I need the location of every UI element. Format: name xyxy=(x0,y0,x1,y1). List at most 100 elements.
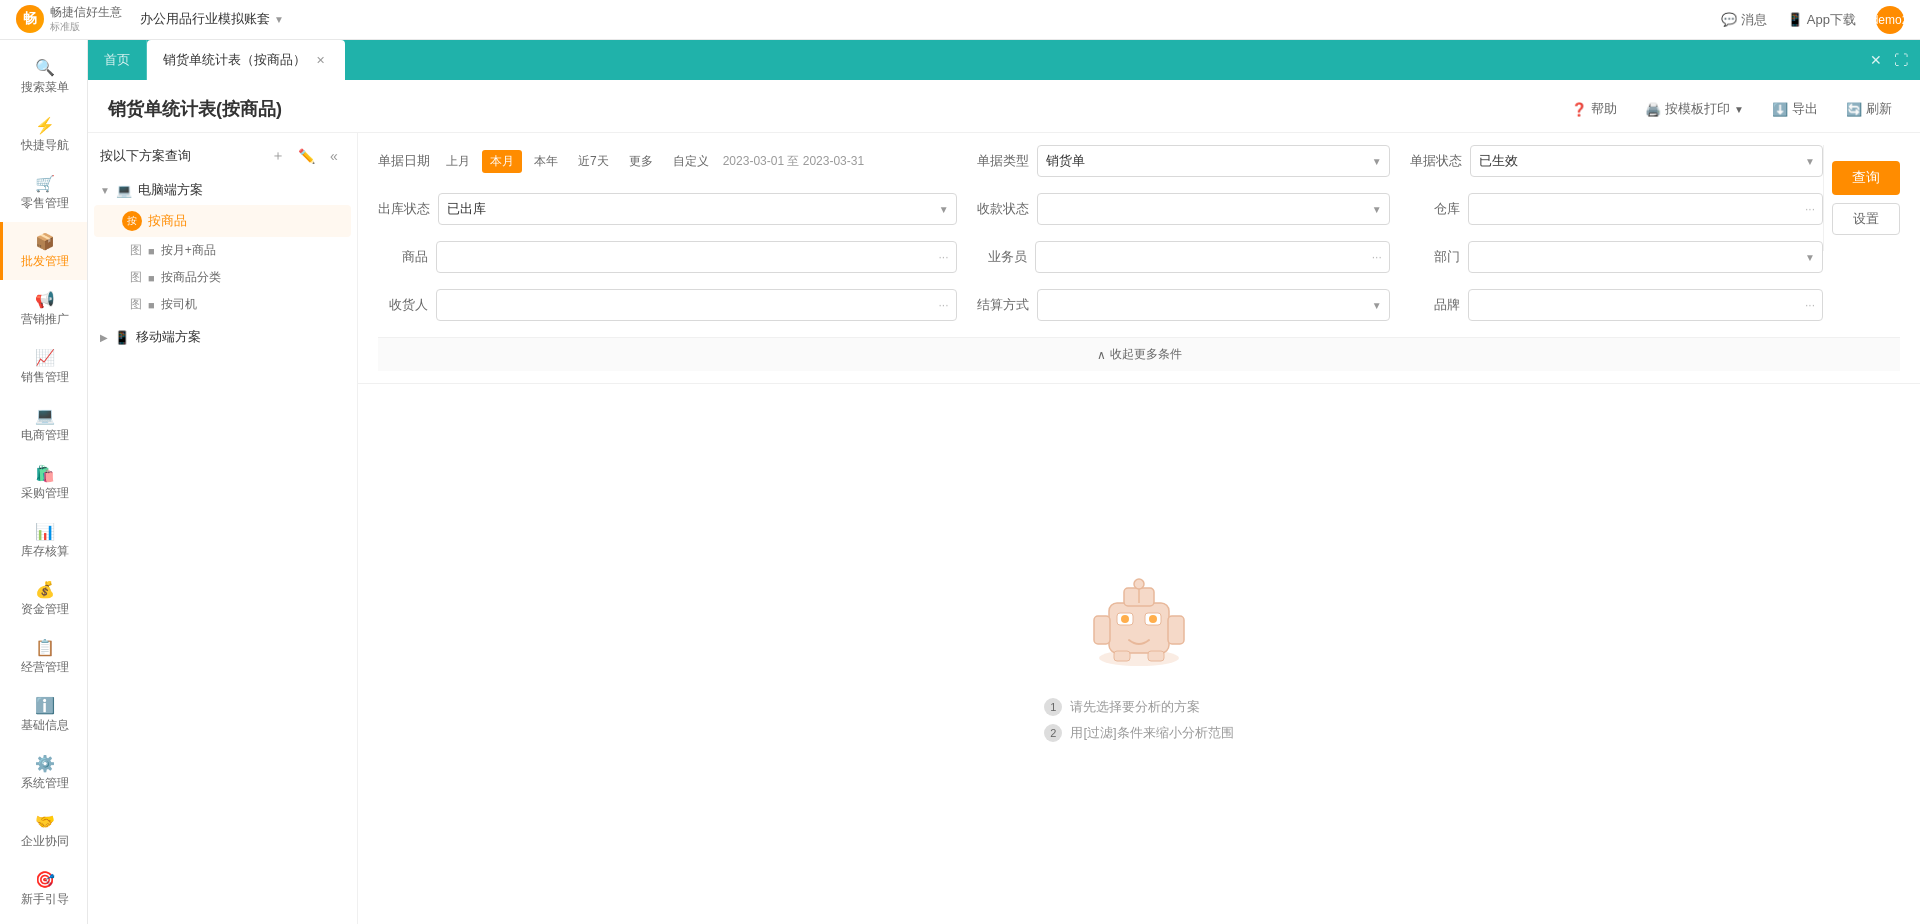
left-panel: 按以下方案查询 ＋ ✏️ « xyxy=(88,133,358,924)
sidebar-item-label: 搜索菜单 xyxy=(7,79,83,96)
filter-cell-department: 部门 ▼ xyxy=(1410,241,1823,273)
user-name: demo2 xyxy=(1872,13,1909,27)
date-shortcut-custom[interactable]: 自定义 xyxy=(665,150,717,173)
top-bar-left: 畅 畅捷信好生意 标准版 办公用品行业模拟账套 ▼ xyxy=(16,5,292,33)
date-shortcut-this-year[interactable]: 本年 xyxy=(526,150,566,173)
help-icon: ❓ xyxy=(1571,102,1587,117)
sidebar-item-basic[interactable]: ℹ️ 基础信息 xyxy=(0,686,87,744)
collapse-panel-button[interactable]: « xyxy=(323,145,345,167)
department-label: 部门 xyxy=(1410,248,1460,266)
sidebar-item-system[interactable]: ⚙️ 系统管理 xyxy=(0,744,87,802)
tab-home[interactable]: 首页 xyxy=(88,40,147,80)
warehouse-label: 仓库 xyxy=(1410,200,1460,218)
sidebar-item-ecommerce[interactable]: 💻 电商管理 xyxy=(0,396,87,454)
query-button[interactable]: 查询 xyxy=(1832,161,1900,195)
goods-select[interactable] xyxy=(436,241,957,273)
sidebar-item-search[interactable]: 🔍 搜索菜单 xyxy=(0,48,87,106)
month-goods-icon: ■ xyxy=(148,245,155,257)
date-shortcut-this-month[interactable]: 本月 xyxy=(482,150,522,173)
receipt-status-select[interactable] xyxy=(1037,193,1390,225)
sidebar-item-purchase[interactable]: 🛍️ 采购管理 xyxy=(0,454,87,512)
sidebar-item-label: 快捷导航 xyxy=(7,137,83,154)
export-button[interactable]: ⬇️ 导出 xyxy=(1764,96,1826,122)
sidebar-item-label: 企业协同 xyxy=(7,833,83,850)
scheme-group-mobile-header[interactable]: ▶ 📱 移动端方案 xyxy=(88,322,357,352)
sidebar-item-operations[interactable]: 📋 经营管理 xyxy=(0,628,87,686)
date-shortcut-last-month[interactable]: 上月 xyxy=(438,150,478,173)
scheme-item-month-goods[interactable]: 图 ■ 按月+商品 xyxy=(94,237,351,264)
message-button[interactable]: 💬 消息 xyxy=(1721,11,1767,29)
sidebar-item-guide[interactable]: 🎯 新手引导 xyxy=(0,860,87,918)
machine-label: 按司机 xyxy=(161,296,197,313)
date-filter-control: 上月 本月 本年 近7天 更多 自定义 2023-03-01 至 20 xyxy=(438,150,957,173)
tip-num-2: 2 xyxy=(1044,724,1062,742)
filter-cell-date: 单据日期 上月 本月 本年 近7天 更多 xyxy=(378,150,957,173)
edit-scheme-button[interactable]: ✏️ xyxy=(295,145,317,167)
doc-type-select[interactable]: 销货单 xyxy=(1037,145,1390,177)
scheme-group-pc-header[interactable]: ▼ 💻 电脑端方案 xyxy=(88,175,357,205)
refresh-button[interactable]: 🔄 刷新 xyxy=(1838,96,1900,122)
quick-nav-icon: ⚡ xyxy=(7,116,83,135)
brand-select[interactable] xyxy=(1468,289,1823,321)
salesman-select[interactable] xyxy=(1035,241,1390,273)
sidebar-item-enterprise[interactable]: 🤝 企业协同 xyxy=(0,802,87,860)
out-status-select[interactable]: 已出库 xyxy=(438,193,957,225)
department-select[interactable] xyxy=(1468,241,1823,273)
export-label: 导出 xyxy=(1792,100,1818,118)
settings-button[interactable]: 设置 xyxy=(1832,203,1900,235)
date-shortcut-more[interactable]: 更多 xyxy=(621,150,661,173)
salesman-label: 业务员 xyxy=(977,248,1027,266)
tab-close-icon[interactable]: ✕ xyxy=(312,52,328,68)
finance-icon: 💰 xyxy=(7,580,83,599)
help-button[interactable]: ❓ 帮助 xyxy=(1563,96,1625,122)
sidebar-item-retail[interactable]: 🛒 零售管理 xyxy=(0,164,87,222)
tab-sales-stat[interactable]: 销货单统计表（按商品） ✕ xyxy=(147,40,345,80)
user-avatar[interactable]: demo2 xyxy=(1876,6,1904,34)
top-bar-right: 💬 消息 📱 App下载 demo2 xyxy=(1721,6,1904,34)
tab-close-window-icon[interactable]: ✕ xyxy=(1866,48,1886,72)
date-shortcut-7days[interactable]: 近7天 xyxy=(570,150,617,173)
brand-label: 品牌 xyxy=(1410,296,1460,314)
sidebar-item-sales-mgmt[interactable]: 📈 销售管理 xyxy=(0,338,87,396)
salesman-dots-icon: ··· xyxy=(1372,250,1382,264)
app-download-label: App下载 xyxy=(1807,11,1856,29)
print-button[interactable]: 🖨️ 按模板打印 ▼ xyxy=(1637,96,1752,122)
warehouse-dots-icon: ··· xyxy=(1805,202,1815,216)
sidebar-item-label: 采购管理 xyxy=(7,485,83,502)
sidebar-item-app-center[interactable]: 📱 应用中心 xyxy=(0,918,87,924)
doc-status-select-wrapper: 已生效 ▼ xyxy=(1470,145,1823,177)
logo-text-block: 畅捷信好生意 标准版 xyxy=(50,5,122,33)
machine-type-icon: 图 xyxy=(130,296,142,313)
tip-num-1: 1 xyxy=(1044,698,1062,716)
left-panel-header: 按以下方案查询 ＋ ✏️ « xyxy=(88,145,357,175)
sidebar-item-inventory[interactable]: 📊 库存核算 xyxy=(0,512,87,570)
out-status-value: 已出库 xyxy=(447,200,486,218)
tip-text-2: 用[过滤]条件来缩小分析范围 xyxy=(1070,724,1233,742)
doc-status-select[interactable]: 已生效 xyxy=(1470,145,1823,177)
sidebar-item-marketing[interactable]: 📢 营销推广 xyxy=(0,280,87,338)
app-download-button[interactable]: 📱 App下载 xyxy=(1787,11,1856,29)
sidebar-item-quick-nav[interactable]: ⚡ 快捷导航 xyxy=(0,106,87,164)
warehouse-select[interactable] xyxy=(1468,193,1823,225)
sidebar-item-label: 系统管理 xyxy=(7,775,83,792)
scheme-item-goods-category[interactable]: 图 ■ 按商品分类 xyxy=(94,264,351,291)
tab-fullscreen-icon[interactable]: ⛶ xyxy=(1890,48,1912,72)
system-icon: ⚙️ xyxy=(7,754,83,773)
add-scheme-button[interactable]: ＋ xyxy=(267,145,289,167)
sidebar-item-wholesale[interactable]: 📦 批发管理 xyxy=(0,222,87,280)
recipient-select[interactable] xyxy=(436,289,957,321)
tip-text-1: 请先选择要分析的方案 xyxy=(1070,698,1200,716)
settlement-select[interactable] xyxy=(1037,289,1390,321)
pc-group-icon: 💻 xyxy=(116,183,132,198)
industry-selector[interactable]: 办公用品行业模拟账套 ▼ xyxy=(132,6,292,32)
filter-cell-brand: 品牌 ··· xyxy=(1410,289,1823,321)
empty-tip-2: 2 用[过滤]条件来缩小分析范围 xyxy=(1044,724,1233,742)
collapse-more-button[interactable]: ∧ 收起更多条件 xyxy=(378,337,1900,371)
scheme-item-by-machine[interactable]: 图 ■ 按司机 xyxy=(94,291,351,318)
scheme-item-by-goods[interactable]: 按 按商品 xyxy=(94,205,351,237)
out-status-select-wrapper: 已出库 ▼ xyxy=(438,193,957,225)
sidebar-item-finance[interactable]: 💰 资金管理 xyxy=(0,570,87,628)
machine-icon: ■ xyxy=(148,299,155,311)
doc-status-label: 单据状态 xyxy=(1410,152,1462,170)
filter-row-goods: 商品 ··· xyxy=(378,241,1823,273)
